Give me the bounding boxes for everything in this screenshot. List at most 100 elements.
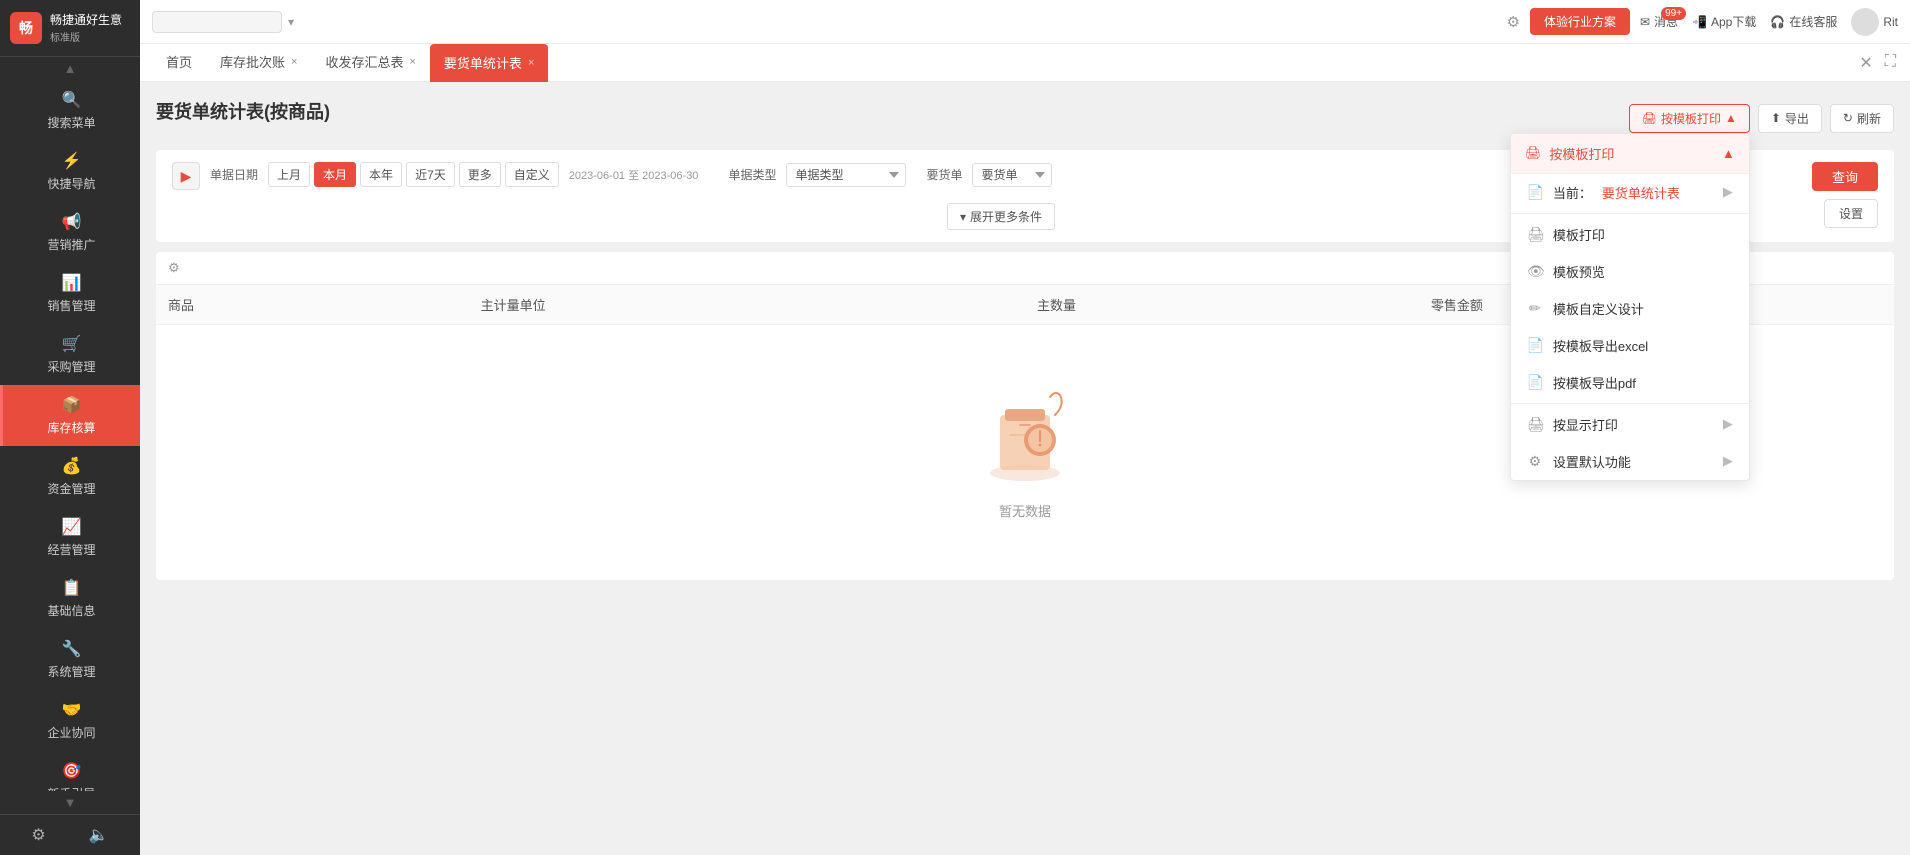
dropdown-template-preview[interactable]: 👁 模板预览 <box>1511 253 1749 290</box>
guide-icon: 🎯 <box>62 761 82 781</box>
export-button[interactable]: ⬆ 导出 <box>1758 104 1822 133</box>
message-icon: ✉ <box>1640 15 1650 29</box>
date-btn-custom[interactable]: 自定义 <box>505 162 559 187</box>
sidebar-item-quick-nav[interactable]: ⚡ 快捷导航 <box>0 141 140 202</box>
sidebar-item-guide[interactable]: 🎯 新手引导 <box>0 751 140 791</box>
breadcrumb-area: ▾ <box>152 11 1497 33</box>
order-category-select[interactable]: 要货单 <box>972 163 1052 187</box>
dropdown-export-pdf[interactable]: 📄 按模板导出pdf <box>1511 364 1749 401</box>
tab-order-stats[interactable]: 要货单统计表 × <box>430 44 548 82</box>
edit-icon: ✏ <box>1527 300 1543 317</box>
sidebar-item-sales[interactable]: 📊 销售管理 <box>0 263 140 324</box>
export-icon: ⬆ <box>1771 111 1781 125</box>
sidebar-item-finance[interactable]: 💰 资金管理 <box>0 446 140 507</box>
quick-nav-icon: ⚡ <box>62 151 82 171</box>
display-print-icon: 🖨 <box>1527 416 1543 433</box>
sidebar-item-marketing[interactable]: 📢 营销推广 <box>0 202 140 263</box>
sidebar-item-label: 销售管理 <box>47 297 95 314</box>
tab-actions: ✕ ⛶ <box>1857 51 1898 75</box>
online-service-label: 在线客服 <box>1789 13 1837 30</box>
tab-batch-account-close[interactable]: × <box>291 56 297 68</box>
settings-footer-icon[interactable]: ⚙ <box>31 825 45 845</box>
topbar-gear-icon[interactable]: ⚙ <box>1507 13 1520 31</box>
this-year-label: 本年 <box>369 168 393 182</box>
dropdown-header-label: 按模板打印 <box>1549 144 1614 163</box>
sidebar-item-search[interactable]: 🔍 搜索菜单 <box>0 80 140 141</box>
sales-icon: 📊 <box>62 273 82 293</box>
date-btn-7days[interactable]: 近7天 <box>406 162 455 187</box>
refresh-label: 刷新 <box>1857 110 1881 127</box>
sidebar-item-label: 搜索菜单 <box>47 114 95 131</box>
tab-order-stats-label: 要货单统计表 <box>444 53 522 72</box>
query-button[interactable]: 查询 <box>1812 162 1878 191</box>
user-area[interactable]: Rit <box>1851 8 1898 36</box>
trial-button[interactable]: 体验行业方案 <box>1530 8 1630 35</box>
sidebar-item-basic[interactable]: 📋 基础信息 <box>0 568 140 629</box>
sound-footer-icon[interactable]: 🔈 <box>89 825 109 845</box>
tab-batch-account[interactable]: 库存批次账 × <box>206 44 311 82</box>
tab-maximize-icon[interactable]: ⛶ <box>1883 51 1898 75</box>
divider-2 <box>1511 403 1749 404</box>
dropdown-default-func[interactable]: ⚙ 设置默认功能 ▶ <box>1511 443 1749 480</box>
current-template-label: 当前： <box>1553 183 1592 202</box>
dropdown-template-custom[interactable]: ✏ 模板自定义设计 <box>1511 290 1749 327</box>
sidebar-item-label: 经营管理 <box>47 541 95 558</box>
sidebar-scroll-down[interactable]: ▼ <box>0 791 140 814</box>
sidebar-item-label: 采购管理 <box>47 358 95 375</box>
dropdown-current-template[interactable]: 📄 当前： 要货单统计表 ▶ <box>1511 174 1749 211</box>
last-month-label: 上月 <box>277 168 301 182</box>
date-btn-more[interactable]: 更多 <box>459 162 501 187</box>
date-btn-this-year[interactable]: 本年 <box>360 162 402 187</box>
app-download-btn[interactable]: 📲 App下载 <box>1692 13 1756 30</box>
template-print-wrapper: 🖨 按模板打印 ▲ 🖨 按模板打印 ▲ <box>1629 104 1750 133</box>
filter-expand-button[interactable]: ▶ <box>172 162 200 190</box>
breadcrumb-chevron[interactable]: ▾ <box>288 15 294 29</box>
dropdown-default-func-label: 设置默认功能 <box>1553 452 1631 471</box>
dropdown-close-icon[interactable]: ▲ <box>1722 146 1735 161</box>
setting-button[interactable]: 设置 <box>1824 199 1878 228</box>
sidebar-item-collab[interactable]: 🤝 企业协同 <box>0 690 140 751</box>
message-btn[interactable]: ✉ 消息 99+ <box>1640 13 1678 30</box>
sidebar-item-label: 库存核算 <box>47 419 95 436</box>
tab-collection-close[interactable]: × <box>409 56 415 68</box>
dropdown-display-print-label: 按显示打印 <box>1553 415 1618 434</box>
tab-bar: 首页 库存批次账 × 收发存汇总表 × 要货单统计表 × ✕ ⛶ <box>140 44 1910 82</box>
logo-sub: 标准版 <box>50 29 122 44</box>
sidebar-item-system[interactable]: 🔧 系统管理 <box>0 629 140 690</box>
dropdown-template-print[interactable]: 🖨 模板打印 <box>1511 216 1749 253</box>
sidebar-item-operations[interactable]: 📈 经营管理 <box>0 507 140 568</box>
printer-icon: 🖨 <box>1642 111 1657 125</box>
tab-collection-summary[interactable]: 收发存汇总表 × <box>311 44 429 82</box>
tab-order-stats-close[interactable]: × <box>528 57 534 69</box>
date-btn-last-month[interactable]: 上月 <box>268 162 310 187</box>
sidebar-item-purchase[interactable]: 🛒 采购管理 <box>0 324 140 385</box>
app-download-label: App下载 <box>1711 13 1756 30</box>
current-template-name: 要货单统计表 <box>1602 183 1680 202</box>
more-dates-label: 更多 <box>468 168 492 182</box>
order-type-select[interactable]: 单据类型 <box>786 163 906 187</box>
dropdown-template-preview-label: 模板预览 <box>1553 262 1605 281</box>
breadcrumb-input[interactable] <box>152 11 282 33</box>
date-btn-this-month[interactable]: 本月 <box>314 162 356 187</box>
col-unit-label: 主计量单位 <box>481 298 546 313</box>
table-settings-icon[interactable]: ⚙ <box>168 260 180 276</box>
dropdown-export-excel[interactable]: 📄 按模板导出excel <box>1511 327 1749 364</box>
tab-home[interactable]: 首页 <box>152 44 206 82</box>
col-amount-label: 零售金额 <box>1431 298 1483 313</box>
refresh-icon: ↻ <box>1843 111 1853 125</box>
col-product: 商品 <box>156 285 469 325</box>
search-icon: 🔍 <box>62 90 82 110</box>
dropdown-display-print[interactable]: 🖨 按显示打印 ▶ <box>1511 406 1749 443</box>
expand-filters-button[interactable]: ▾ 展开更多条件 <box>947 203 1055 230</box>
refresh-button[interactable]: ↻ 刷新 <box>1830 104 1894 133</box>
display-print-arrow: ▶ <box>1723 416 1733 432</box>
sidebar-item-label: 资金管理 <box>47 480 95 497</box>
avatar <box>1851 8 1879 36</box>
tab-close-all-icon[interactable]: ✕ <box>1857 51 1874 75</box>
chevron-up-icon: ▲ <box>1725 111 1737 125</box>
sidebar-item-label: 企业协同 <box>47 724 95 741</box>
template-print-button[interactable]: 🖨 按模板打印 ▲ <box>1629 104 1750 133</box>
online-service-btn[interactable]: 🎧 在线客服 <box>1770 13 1837 30</box>
sidebar-scroll-up[interactable]: ▲ <box>0 57 140 80</box>
sidebar-item-inventory[interactable]: 📦 库存核算 <box>0 385 140 446</box>
